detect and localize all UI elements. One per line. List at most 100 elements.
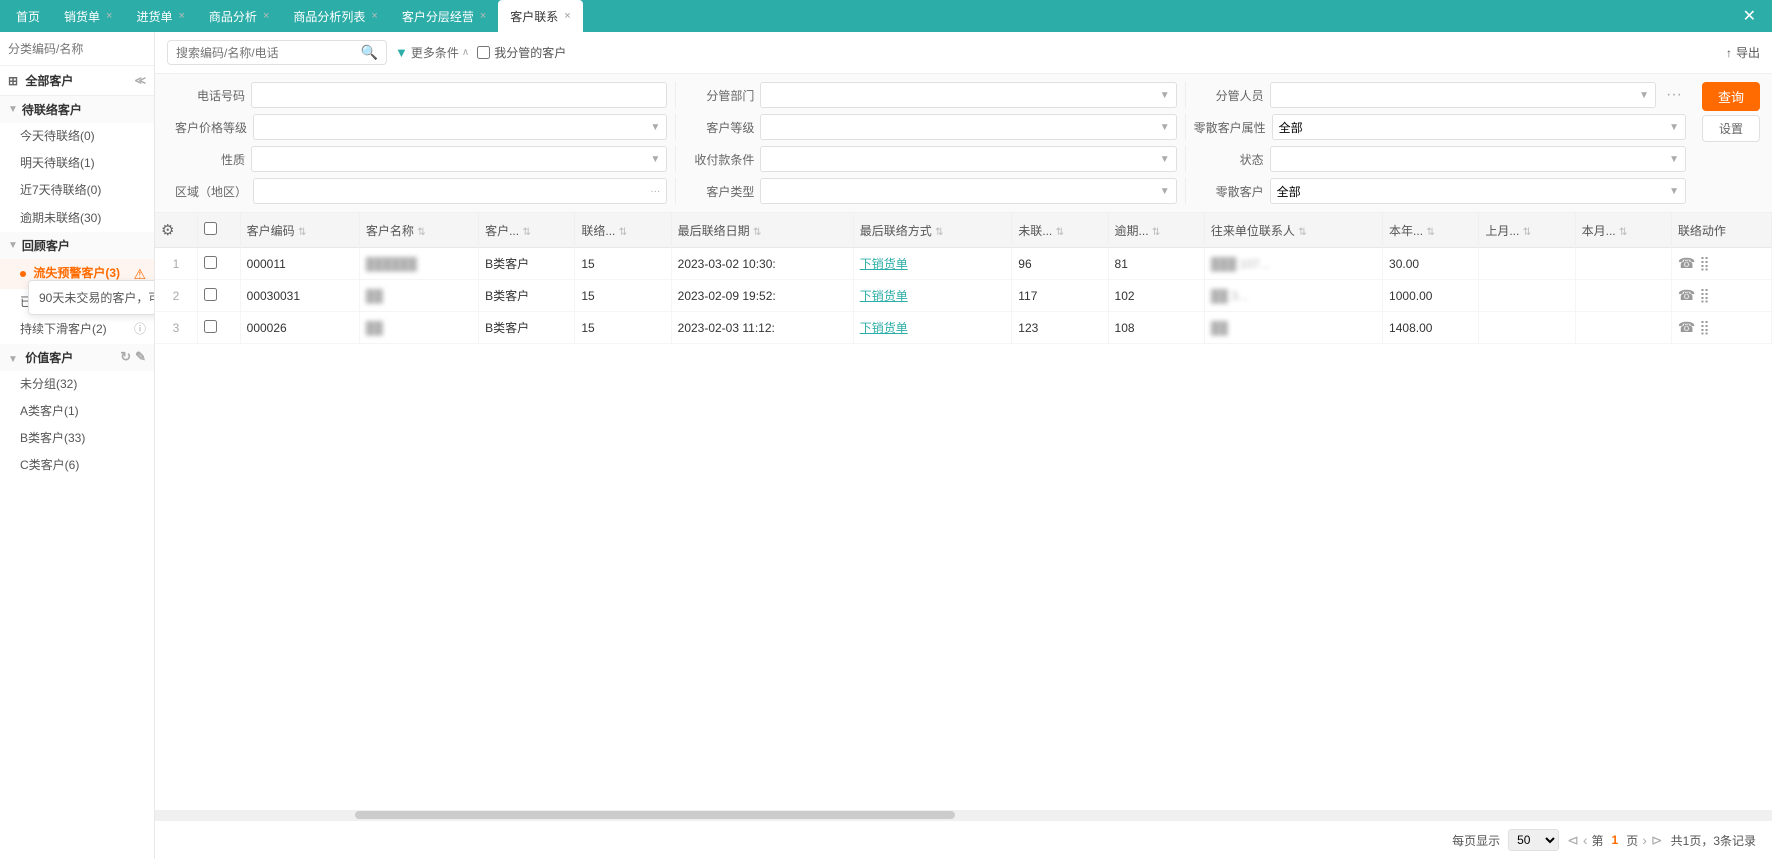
settings-button[interactable]: 设置: [1702, 115, 1760, 142]
filter-cell-payment: 收付款条件 ▼: [676, 146, 1185, 172]
sidebar-item-class-a[interactable]: A类客户(1): [0, 398, 154, 425]
col-checkbox[interactable]: [198, 213, 241, 248]
type-label: 客户类型: [684, 183, 754, 200]
nature-select[interactable]: ▼: [251, 146, 667, 172]
more-action-icon[interactable]: ⣿: [1699, 255, 1709, 272]
close-icon[interactable]: ×: [564, 10, 570, 22]
scrollbar-thumb[interactable]: [355, 811, 955, 819]
col-last-way[interactable]: 最后联络方式 ⇅: [853, 213, 1012, 248]
sort-icon: ⇅: [935, 227, 943, 238]
filter-cell-retail: 零散客户 全部 ▼: [1186, 178, 1694, 204]
contact-action-icon[interactable]: ☎: [1678, 319, 1695, 336]
sidebar-all-customers[interactable]: ⊞ 全部客户 ≪: [0, 66, 154, 96]
sidebar-section-pending[interactable]: ▼ 待联络客户: [0, 96, 154, 123]
tab-home[interactable]: 首页: [4, 0, 52, 32]
window-close-button[interactable]: ✕: [1731, 6, 1768, 26]
grade-select[interactable]: ▼: [760, 114, 1176, 140]
sidebar-section-review[interactable]: ▼ 回顾客户: [0, 232, 154, 259]
prev-page-button[interactable]: ‹: [1583, 832, 1588, 848]
contact-action-icon[interactable]: ☎: [1678, 287, 1695, 304]
payment-label: 收付款条件: [684, 151, 754, 168]
query-button[interactable]: 查询: [1702, 82, 1760, 111]
col-contact[interactable]: 联络... ⇅: [575, 213, 671, 248]
retail-attr-select[interactable]: 全部 ▼: [1272, 114, 1686, 140]
price-level-select[interactable]: ▼: [253, 114, 667, 140]
settings-icon: ⚙: [161, 222, 174, 239]
customer-code: 000026: [240, 312, 359, 344]
sidebar-item-declining[interactable]: 持续下滑客户(2) ⓘ: [0, 316, 154, 343]
sidebar-item-overdue[interactable]: 逾期未联络(30): [0, 205, 154, 232]
contact-action-icon[interactable]: ☎: [1678, 255, 1695, 272]
row-checkbox-cell[interactable]: [198, 312, 241, 344]
first-page-button[interactable]: ⊲: [1567, 832, 1579, 849]
col-customer-type[interactable]: 客户... ⇅: [479, 213, 575, 248]
row-checkbox-cell[interactable]: [198, 280, 241, 312]
more-action-icon[interactable]: ⣿: [1699, 319, 1709, 336]
sidebar-item-tomorrow[interactable]: 明天待联络(1): [0, 150, 154, 177]
tab-customer-contact[interactable]: 客户联系 ×: [498, 0, 582, 32]
next-page-button[interactable]: ›: [1642, 832, 1647, 848]
last-page-button[interactable]: ⊳: [1651, 832, 1663, 849]
payment-select[interactable]: ▼: [760, 146, 1176, 172]
col-unlinked[interactable]: 未联... ⇅: [1012, 213, 1108, 248]
sidebar-item-class-b[interactable]: B类客户(33): [0, 425, 154, 452]
contact-way-link[interactable]: 下销货单: [860, 289, 908, 303]
close-icon[interactable]: ×: [178, 10, 184, 22]
phone-input[interactable]: [251, 82, 667, 108]
col-name[interactable]: 客户名称 ⇅: [359, 213, 478, 248]
row-checkbox[interactable]: [204, 256, 217, 269]
sidebar-item-class-c[interactable]: C类客户(6): [0, 452, 154, 479]
export-button[interactable]: ↑ 导出: [1726, 44, 1760, 61]
sidebar-item-unclassified[interactable]: 未分组(32): [0, 371, 154, 398]
close-icon[interactable]: ×: [263, 10, 269, 22]
contact-way-link[interactable]: 下销货单: [860, 257, 908, 271]
tab-sales-order[interactable]: 销货单 ×: [52, 0, 124, 32]
sidebar-section-value[interactable]: ▼ 价值客户 ↻ ✎: [0, 344, 154, 371]
col-this-year[interactable]: 本年... ⇅: [1383, 213, 1479, 248]
customer-name: ██: [359, 280, 478, 312]
sidebar-item-today[interactable]: 今天待联络(0): [0, 123, 154, 150]
per-page-select[interactable]: 50 100 200: [1508, 829, 1559, 851]
refresh-icon[interactable]: ↻: [120, 349, 131, 365]
filter-row-2: 客户价格等级 ▼ 客户等级 ▼: [167, 114, 1694, 140]
edit-icon[interactable]: ✎: [135, 349, 146, 365]
my-customers-filter[interactable]: 我分管的客户: [477, 44, 566, 61]
row-checkbox-cell[interactable]: [198, 248, 241, 280]
tab-customer-tier[interactable]: 客户分层经营 ×: [390, 0, 498, 32]
tab-product-analysis[interactable]: 商品分析 ×: [197, 0, 281, 32]
row-checkbox[interactable]: [204, 288, 217, 301]
row-checkbox[interactable]: [204, 320, 217, 333]
more-action-icon[interactable]: ⣿: [1699, 287, 1709, 304]
col-contact-person[interactable]: 往来单位联系人 ⇅: [1204, 213, 1382, 248]
filter-cell-manager: 分管人员 ▼ ···: [1186, 82, 1694, 108]
retail-attr-label: 零散客户属性: [1194, 119, 1266, 136]
close-icon[interactable]: ×: [480, 10, 486, 22]
sidebar-item-7days[interactable]: 近7天待联络(0): [0, 177, 154, 204]
contact-way-link[interactable]: 下销货单: [860, 321, 908, 335]
status-select[interactable]: ▼: [1270, 146, 1686, 172]
table-row: 1 000011 ██████ B类客户 15 2023-03-02 10:30…: [155, 248, 1772, 280]
col-overdue[interactable]: 逾期... ⇅: [1108, 213, 1204, 248]
close-icon[interactable]: ×: [106, 10, 112, 22]
more-filter-button[interactable]: ▼ 更多条件 ∧: [395, 44, 469, 61]
region-select[interactable]: ···: [253, 178, 667, 204]
manager-select[interactable]: ▼: [1270, 82, 1656, 108]
col-last-date[interactable]: 最后联络日期 ⇅: [671, 213, 853, 248]
retail-select[interactable]: 全部 ▼: [1270, 178, 1686, 204]
search-input[interactable]: [176, 46, 361, 60]
col-this-month[interactable]: 本月... ⇅: [1575, 213, 1671, 248]
col-last-month[interactable]: 上月... ⇅: [1479, 213, 1575, 248]
col-code[interactable]: 客户编码 ⇅: [240, 213, 359, 248]
tab-purchase-order[interactable]: 进货单 ×: [124, 0, 196, 32]
close-icon[interactable]: ×: [371, 10, 377, 22]
horizontal-scrollbar[interactable]: [155, 810, 1772, 820]
more-icon[interactable]: ···: [1662, 86, 1686, 104]
tab-product-analysis-list[interactable]: 商品分析列表 ×: [281, 0, 389, 32]
dept-select[interactable]: ▼: [760, 82, 1176, 108]
sidebar-search-input[interactable]: [8, 42, 155, 56]
my-customers-checkbox[interactable]: [477, 46, 490, 59]
type-select[interactable]: ▼: [760, 178, 1176, 204]
search-button[interactable]: 🔍: [361, 44, 378, 61]
select-all-checkbox[interactable]: [204, 222, 217, 235]
col-settings[interactable]: ⚙: [155, 213, 198, 248]
